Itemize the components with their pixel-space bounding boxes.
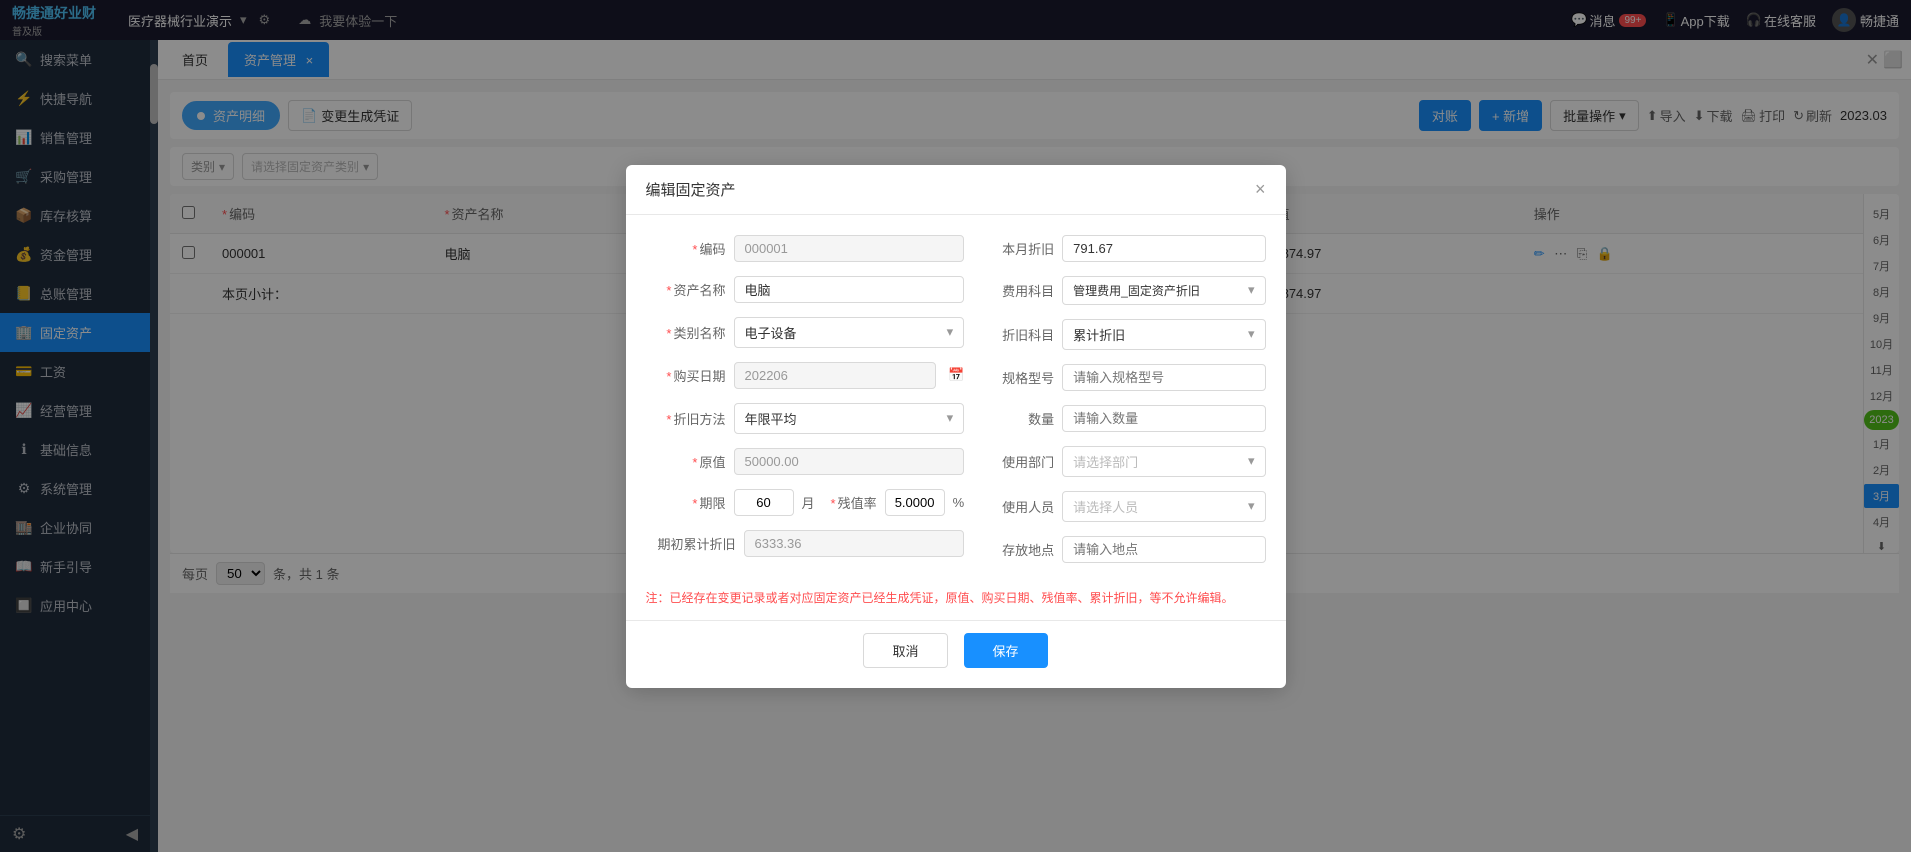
depr-method-label: *折旧方法 bbox=[646, 409, 726, 428]
initial-depr-row: 期初累计折旧 bbox=[646, 530, 965, 557]
dept-row: 使用部门 请选择部门 ▾ bbox=[984, 446, 1265, 477]
depr-subject-label: 折旧科目 bbox=[984, 325, 1054, 344]
expense-subject-label: 费用科目 bbox=[984, 281, 1054, 300]
term-label: *期限 bbox=[646, 493, 726, 512]
save-button[interactable]: 保存 bbox=[964, 633, 1048, 668]
asset-name-label: *资产名称 bbox=[646, 280, 726, 299]
modal-title: 编辑固定资产 bbox=[646, 179, 736, 200]
category-arrow: ▾ bbox=[947, 324, 954, 340]
depr-method-select[interactable]: 年限平均 ▾ bbox=[734, 403, 965, 434]
person-arrow: ▾ bbox=[1248, 498, 1255, 514]
modal-body: *编码 *资产名称 *类别名称 电子设备 bbox=[626, 215, 1286, 583]
quantity-label: 数量 bbox=[984, 409, 1054, 428]
edit-asset-modal: 编辑固定资产 × *编码 *资产名称 bbox=[626, 165, 1286, 688]
modal-note-text: 注：已经存在变更记录或者对应固定资产已经生成凭证，原值、购买日期、残值率、累计折… bbox=[646, 591, 1234, 605]
asset-name-input[interactable] bbox=[734, 276, 965, 303]
residual-rate-input[interactable] bbox=[885, 489, 945, 516]
depr-subject-arrow: ▾ bbox=[1248, 326, 1255, 342]
category-select[interactable]: 电子设备 ▾ bbox=[734, 317, 965, 348]
modal-left-col: *编码 *资产名称 *类别名称 电子设备 bbox=[646, 235, 965, 563]
monthly-depr-row: 本月折旧 bbox=[984, 235, 1265, 262]
depr-subject-select[interactable]: 累计折旧 ▾ bbox=[1062, 319, 1265, 350]
term-residual-row: *期限 月 *残值率 % bbox=[646, 489, 965, 516]
modal-header: 编辑固定资产 × bbox=[626, 165, 1286, 215]
cancel-button[interactable]: 取消 bbox=[863, 633, 947, 668]
initial-depr-input[interactable] bbox=[744, 530, 965, 557]
expense-subject-row: 费用科目 管理费用_固定资产折旧 ▾ bbox=[984, 276, 1265, 305]
dept-label: 使用部门 bbox=[984, 452, 1054, 471]
quantity-input[interactable] bbox=[1062, 405, 1265, 432]
spec-model-row: 规格型号 bbox=[984, 364, 1265, 391]
purchase-date-input[interactable] bbox=[734, 362, 936, 389]
initial-depr-label: 期初累计折旧 bbox=[646, 534, 736, 553]
code-label: *编码 bbox=[646, 239, 726, 258]
term-input[interactable] bbox=[734, 489, 794, 516]
asset-name-row: *资产名称 bbox=[646, 276, 965, 303]
residual-rate-unit: % bbox=[953, 495, 965, 510]
category-row: *类别名称 电子设备 ▾ bbox=[646, 317, 965, 348]
depr-method-arrow: ▾ bbox=[947, 410, 954, 426]
modal-note: 注：已经存在变更记录或者对应固定资产已经生成凭证，原值、购买日期、残值率、累计折… bbox=[626, 583, 1286, 620]
location-label: 存放地点 bbox=[984, 540, 1054, 559]
modal-right-col: 本月折旧 费用科目 管理费用_固定资产折旧 ▾ 折旧科目 累计折旧 bbox=[984, 235, 1265, 563]
modal-close-btn[interactable]: × bbox=[1255, 179, 1266, 200]
category-label: *类别名称 bbox=[646, 323, 726, 342]
original-value-label: *原值 bbox=[646, 452, 726, 471]
code-input[interactable] bbox=[734, 235, 965, 262]
depr-subject-row: 折旧科目 累计折旧 ▾ bbox=[984, 319, 1265, 350]
term-unit: 月 bbox=[802, 493, 815, 512]
dept-arrow: ▾ bbox=[1248, 453, 1255, 469]
residual-rate-label: *残值率 bbox=[831, 493, 877, 512]
person-row: 使用人员 请选择人员 ▾ bbox=[984, 491, 1265, 522]
depr-method-row: *折旧方法 年限平均 ▾ bbox=[646, 403, 965, 434]
dept-select[interactable]: 请选择部门 ▾ bbox=[1062, 446, 1265, 477]
person-select[interactable]: 请选择人员 ▾ bbox=[1062, 491, 1265, 522]
original-value-input[interactable] bbox=[734, 448, 965, 475]
expense-subject-select[interactable]: 管理费用_固定资产折旧 ▾ bbox=[1062, 276, 1265, 305]
monthly-depr-label: 本月折旧 bbox=[984, 239, 1054, 258]
expense-subject-arrow: ▾ bbox=[1248, 282, 1255, 298]
monthly-depr-input[interactable] bbox=[1062, 235, 1265, 262]
code-row: *编码 bbox=[646, 235, 965, 262]
location-row: 存放地点 bbox=[984, 536, 1265, 563]
location-input[interactable] bbox=[1062, 536, 1265, 563]
spec-model-label: 规格型号 bbox=[984, 368, 1054, 387]
purchase-date-label: *购买日期 bbox=[646, 366, 726, 385]
calendar-icon[interactable]: 📅 bbox=[948, 367, 964, 383]
spec-model-input[interactable] bbox=[1062, 364, 1265, 391]
modal-overlay: 编辑固定资产 × *编码 *资产名称 bbox=[0, 0, 1911, 852]
original-value-row: *原值 bbox=[646, 448, 965, 475]
purchase-date-row: *购买日期 📅 bbox=[646, 362, 965, 389]
quantity-row: 数量 bbox=[984, 405, 1265, 432]
person-label: 使用人员 bbox=[984, 497, 1054, 516]
modal-footer: 取消 保存 bbox=[626, 620, 1286, 688]
